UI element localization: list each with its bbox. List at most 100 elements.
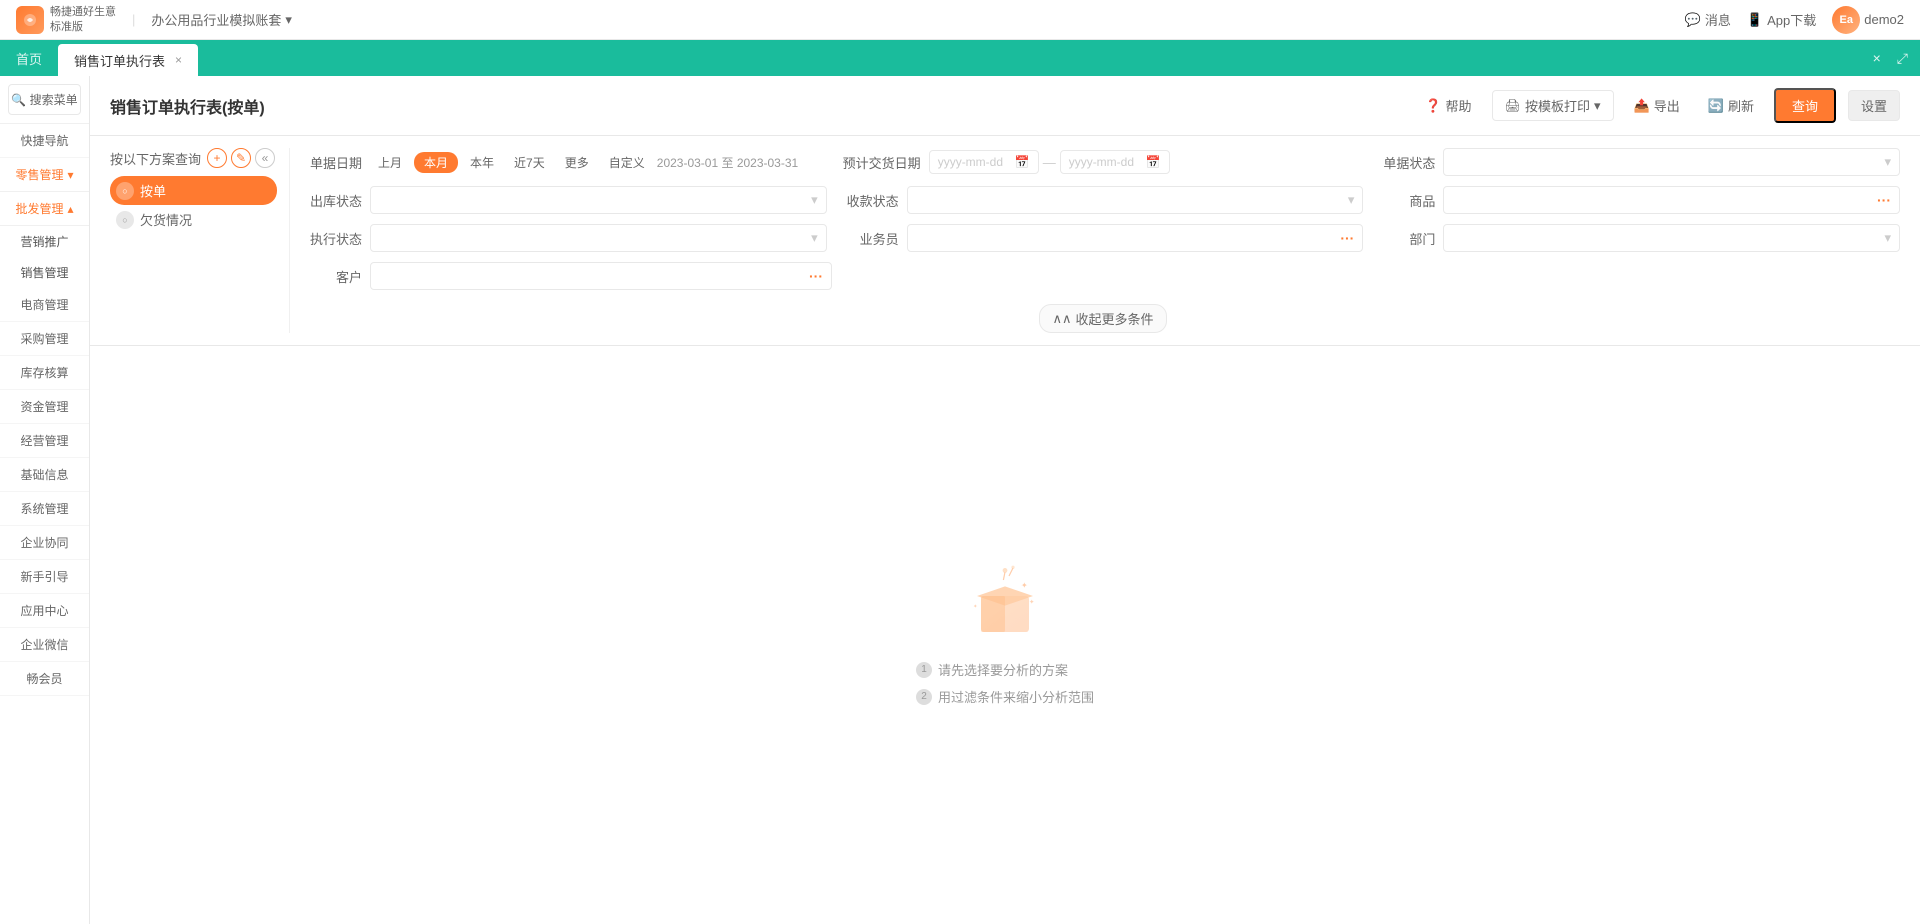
sidebar-item-inventory[interactable]: 库存核算 bbox=[0, 356, 89, 390]
edit-scheme-btn[interactable]: ✎ bbox=[231, 148, 251, 168]
customer-select[interactable]: ··· bbox=[370, 262, 832, 290]
svg-text:✦: ✦ bbox=[1021, 581, 1028, 590]
empty-tips: 1 请先选择要分析的方案 2 用过滤条件来缩小分析范围 bbox=[916, 660, 1094, 706]
customer-field: 客户 ··· bbox=[306, 262, 832, 290]
window-expand-btn[interactable]: ⤢ bbox=[1893, 48, 1912, 69]
sidebar-section-retail[interactable]: 零售管理 ▾ bbox=[0, 158, 89, 192]
payment-status-label: 收款状态 bbox=[843, 191, 899, 210]
search-btn[interactable]: 查询 bbox=[1774, 88, 1836, 123]
status-field: 单据状态 ▾ bbox=[1379, 148, 1900, 176]
scheme-item-by-order[interactable]: ○ 按单 bbox=[110, 176, 277, 205]
help-btn[interactable]: ❓ 帮助 bbox=[1417, 92, 1479, 119]
tab-close-icon[interactable]: × bbox=[175, 54, 182, 66]
search-menu-btn[interactable]: 🔍 搜索菜单 bbox=[8, 84, 81, 115]
expected-date-end[interactable]: yyyy-mm-dd 📅 bbox=[1060, 150, 1170, 174]
expected-date-start[interactable]: yyyy-mm-dd 📅 bbox=[929, 150, 1039, 174]
tab-bar-actions: × ⤢ bbox=[1869, 48, 1920, 69]
settings-btn[interactable]: 设置 bbox=[1848, 90, 1900, 121]
sidebar-item-wechat[interactable]: 企业微信 bbox=[0, 628, 89, 662]
collapse-scheme-btn[interactable]: « bbox=[255, 148, 275, 168]
date-tab-custom[interactable]: 自定义 bbox=[601, 152, 653, 173]
export-btn[interactable]: 📤 导出 bbox=[1626, 92, 1688, 119]
app-download-btn[interactable]: 📱 App下载 bbox=[1747, 10, 1816, 29]
sidebar-item-purchase[interactable]: 采购管理 bbox=[0, 322, 89, 356]
filter-area: 按以下方案查询 + ✎ « bbox=[90, 136, 1920, 346]
sidebar-item-operation[interactable]: 经营管理 bbox=[0, 424, 89, 458]
salesman-field: 业务员 ··· bbox=[843, 224, 1364, 252]
print-btn[interactable]: 🖨 按模板打印 ▾ bbox=[1492, 90, 1614, 121]
status-label: 单据状态 bbox=[1379, 153, 1435, 172]
sidebar-item-marketing[interactable]: 营销推广 bbox=[0, 226, 89, 257]
tab-sales-order[interactable]: 销售订单执行表 × bbox=[58, 44, 198, 76]
message-btn[interactable]: 💬 消息 bbox=[1685, 10, 1731, 29]
date-tab-last-month[interactable]: 上月 bbox=[370, 152, 410, 173]
sidebar-search-area: 🔍 搜索菜单 bbox=[0, 76, 89, 124]
add-scheme-btn[interactable]: + bbox=[207, 148, 227, 168]
salesman-select[interactable]: ··· bbox=[907, 224, 1364, 252]
svg-text:✦: ✦ bbox=[1029, 599, 1034, 606]
scheme-panel-actions: + ✎ « bbox=[207, 148, 275, 168]
date-tab-this-month[interactable]: 本月 bbox=[414, 152, 458, 173]
exec-status-field: 执行状态 ▾ bbox=[306, 224, 827, 252]
filter-footer: ∧∧ 收起更多条件 bbox=[306, 300, 1900, 333]
date-tab-7days[interactable]: 近7天 bbox=[506, 152, 553, 173]
salesman-dots-icon: ··· bbox=[1340, 230, 1354, 246]
chevron-down-status: ▾ bbox=[1884, 154, 1891, 170]
product-select[interactable]: ··· bbox=[1443, 186, 1900, 214]
sidebar-item-app-center[interactable]: 应用中心 bbox=[0, 594, 89, 628]
sidebar-section-wholesale[interactable]: 批发管理 ▴ bbox=[0, 192, 89, 226]
company-selector[interactable]: 办公用品行业模拟账套 ▾ bbox=[151, 10, 292, 29]
sidebar-item-quick-nav[interactable]: 快捷导航 bbox=[0, 124, 89, 158]
date-tab-more[interactable]: 更多 bbox=[557, 152, 597, 173]
chevron-up-icon: ▴ bbox=[67, 202, 73, 216]
collapse-more-btn[interactable]: ∧∧ 收起更多条件 bbox=[1039, 304, 1166, 333]
delivery-status-label: 出库状态 bbox=[306, 191, 362, 210]
sidebar-item-newbie[interactable]: 新手引导 bbox=[0, 560, 89, 594]
delivery-status-select[interactable]: ▾ bbox=[370, 186, 827, 214]
page-title: 销售订单执行表(按单) bbox=[110, 94, 265, 118]
dept-select[interactable]: ▾ bbox=[1443, 224, 1900, 252]
tip-number-2: 2 bbox=[916, 689, 932, 705]
date-label: 单据日期 bbox=[306, 153, 362, 172]
payment-status-select[interactable]: ▾ bbox=[907, 186, 1364, 214]
product-label: 商品 bbox=[1379, 191, 1435, 210]
sidebar-item-enterprise[interactable]: 企业协同 bbox=[0, 526, 89, 560]
product-dots-icon: ··· bbox=[1877, 192, 1891, 208]
message-icon: 💬 bbox=[1685, 12, 1701, 28]
sidebar-item-sales-mgmt[interactable]: 销售管理 bbox=[0, 257, 89, 288]
svg-text:✦: ✦ bbox=[973, 603, 978, 610]
sidebar-item-system[interactable]: 系统管理 bbox=[0, 492, 89, 526]
scheme-item-debt[interactable]: ○ 欠货情况 bbox=[110, 205, 277, 234]
date-control: 上月 本月 本年 近7天 更多 自定义 2023-03-01 至 2023-03… bbox=[370, 152, 827, 173]
tab-home[interactable]: 首页 bbox=[0, 40, 58, 76]
sidebar-item-basic[interactable]: 基础信息 bbox=[0, 458, 89, 492]
date-field: 单据日期 上月 本月 本年 近7天 更多 自定义 20 bbox=[306, 152, 827, 173]
search-icon: 🔍 bbox=[11, 93, 26, 107]
refresh-btn[interactable]: 🔄 刷新 bbox=[1700, 92, 1762, 119]
date-tab-this-year[interactable]: 本年 bbox=[462, 152, 502, 173]
filter-row-2: 出库状态 ▾ 收款状态 bbox=[306, 186, 1900, 214]
exec-status-select[interactable]: ▾ bbox=[370, 224, 827, 252]
sidebar-item-capital[interactable]: 资金管理 bbox=[0, 390, 89, 424]
status-select[interactable]: ▾ bbox=[1443, 148, 1900, 176]
product-field: 商品 ··· bbox=[1379, 186, 1900, 214]
logo-area: 畅捷通好生意 标准版 bbox=[16, 5, 116, 34]
chevron-icon: ▾ bbox=[67, 168, 73, 182]
filter-main: 单据日期 上月 本月 本年 近7天 更多 自定义 20 bbox=[306, 148, 1900, 333]
salesman-control: ··· bbox=[907, 224, 1364, 252]
salesman-label: 业务员 bbox=[843, 229, 899, 248]
user-area[interactable]: Ea demo2 bbox=[1832, 6, 1904, 34]
app-logo-icon bbox=[16, 6, 44, 34]
empty-tip-1: 1 请先选择要分析的方案 bbox=[916, 660, 1094, 679]
calendar-icon: 📅 bbox=[1015, 155, 1030, 169]
main-layout: 🔍 搜索菜单 快捷导航 零售管理 ▾ 批发管理 ▴ 营销推广 销售管理 电商管理… bbox=[0, 76, 1920, 924]
exec-status-control: ▾ bbox=[370, 224, 827, 252]
chevron-down-delivery: ▾ bbox=[811, 192, 818, 208]
expected-date-field: 预计交货日期 yyyy-mm-dd 📅 — yyyy-mm-dd 📅 bbox=[843, 150, 1364, 174]
sidebar-item-ecommerce[interactable]: 电商管理 bbox=[0, 288, 89, 322]
expected-date-control: yyyy-mm-dd 📅 — yyyy-mm-dd 📅 bbox=[929, 150, 1364, 174]
sidebar-item-member[interactable]: 畅会员 bbox=[0, 662, 89, 696]
chevron-down-icon: ▾ bbox=[285, 12, 292, 28]
delivery-status-field: 出库状态 ▾ bbox=[306, 186, 827, 214]
window-close-btn[interactable]: × bbox=[1869, 48, 1885, 68]
